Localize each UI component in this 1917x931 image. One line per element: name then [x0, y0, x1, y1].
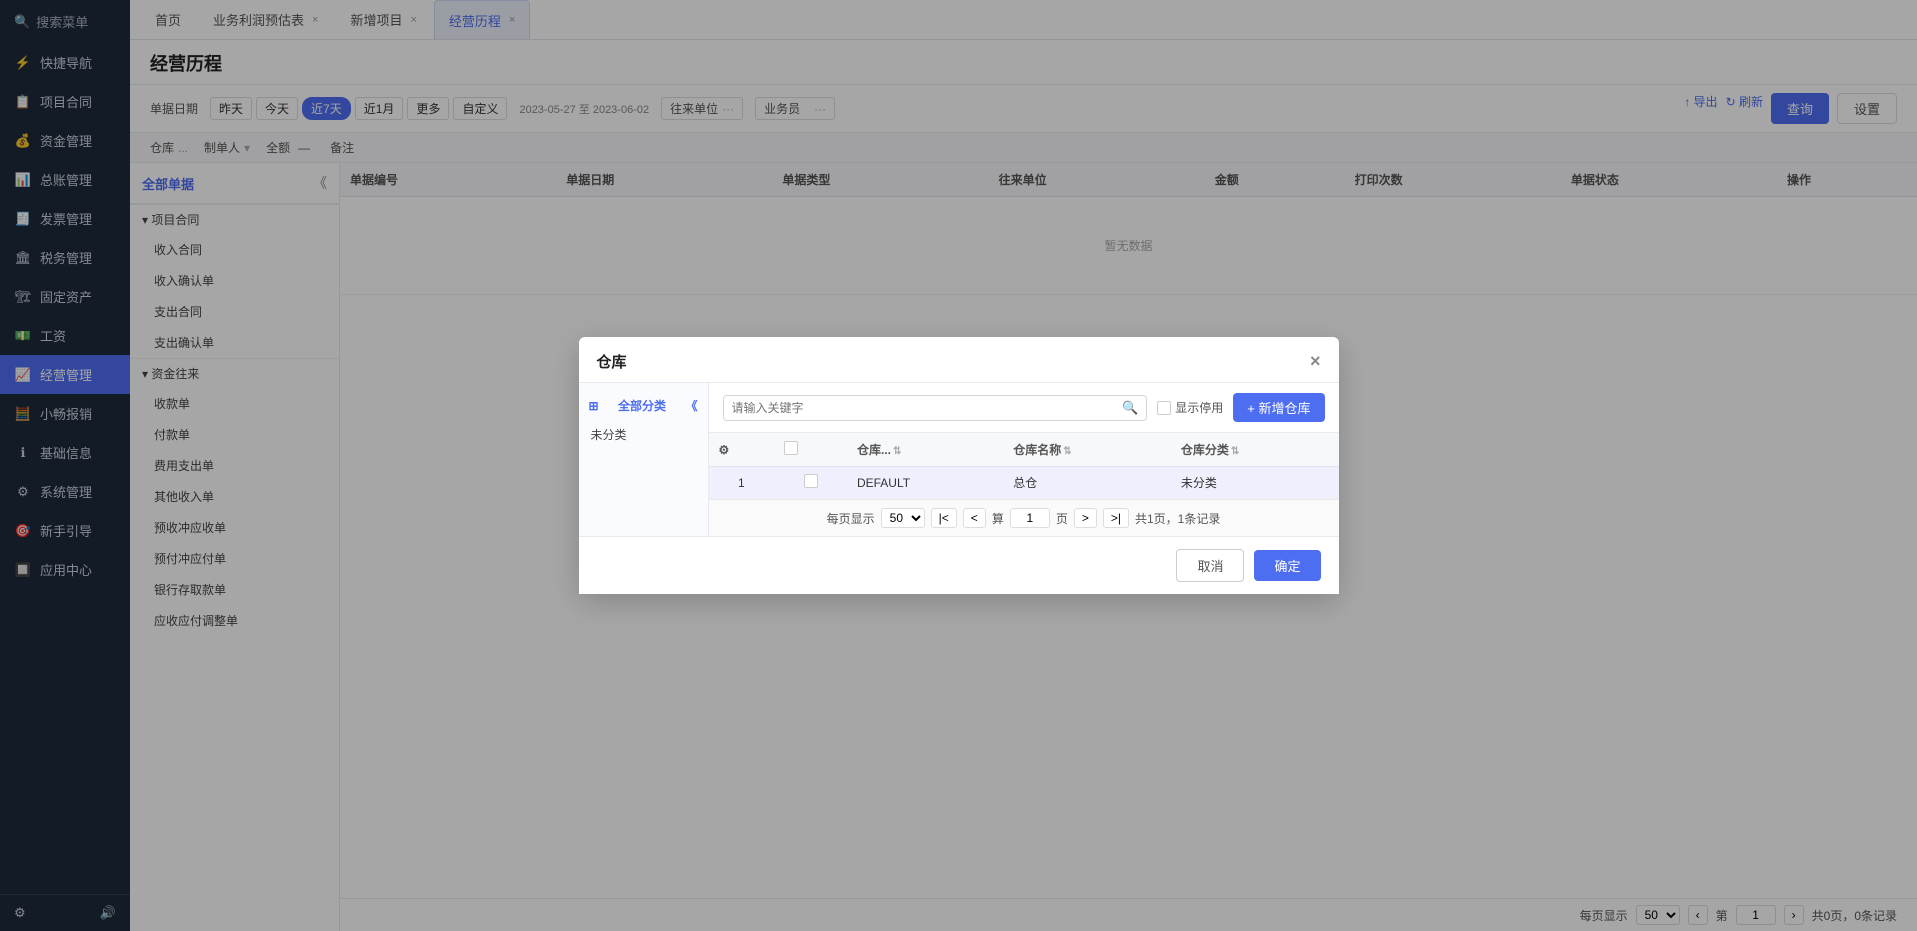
confirm-btn[interactable]: 确定: [1254, 550, 1320, 581]
uncategorized-label: 未分类: [591, 428, 627, 442]
row-code: DEFAULT: [847, 467, 1003, 499]
modal-first-page-btn[interactable]: |<: [931, 508, 957, 528]
modal-body: ⊞ 全部分类 《 未分类 🔍 显示停: [579, 383, 1339, 536]
modal-toolbar: 🔍 显示停用 + 新增仓库: [709, 383, 1339, 433]
modal-close-btn[interactable]: ×: [1310, 351, 1321, 372]
modal-left-panel: ⊞ 全部分类 《 未分类: [579, 383, 709, 536]
sort-icon-name: ⇅: [1063, 446, 1071, 457]
modal-next-page-btn[interactable]: >: [1074, 508, 1097, 528]
modal-page-unit: 页: [1056, 510, 1068, 527]
modal-footer: 取消 确定: [579, 536, 1339, 594]
show-disabled-label[interactable]: 显示停用: [1157, 399, 1223, 416]
show-disabled-text: 显示停用: [1175, 399, 1223, 416]
modal-col-category[interactable]: 仓库分类⇅: [1171, 433, 1339, 467]
sort-icon-category: ⇅: [1231, 446, 1239, 457]
row-checkbox[interactable]: [774, 467, 847, 499]
modal-page-input[interactable]: [1010, 508, 1050, 528]
row-index: 1: [709, 467, 775, 499]
row-category: 未分类: [1171, 467, 1339, 499]
modal-col-code[interactable]: 仓库...⇅: [847, 433, 1003, 467]
modal-per-page-label: 每页显示: [827, 510, 875, 527]
modal-header: 仓库 ×: [579, 337, 1339, 383]
modal-all-category[interactable]: ⊞ 全部分类 《: [579, 391, 708, 420]
all-category-icon: ⊞: [589, 399, 599, 413]
modal-search-icon: 🔍: [1122, 400, 1138, 416]
modal-per-page-select[interactable]: 50: [881, 508, 925, 528]
modal-title: 仓库: [597, 351, 627, 372]
modal-search-box[interactable]: 🔍: [723, 395, 1148, 421]
modal-table: ⚙ 仓库...⇅仓库名称⇅仓库分类⇅ 1 DEFAULT 总仓 未分类: [709, 433, 1339, 499]
warehouse-modal: 仓库 × ⊞ 全部分类 《 未分类: [579, 337, 1339, 594]
sort-icon-code: ⇅: [893, 446, 901, 457]
row-name: 总仓: [1003, 467, 1171, 499]
modal-prev-page-btn[interactable]: <: [963, 508, 986, 528]
cancel-btn[interactable]: 取消: [1176, 549, 1244, 582]
modal-col-settings: ⚙: [709, 433, 775, 467]
modal-last-page-btn[interactable]: >|: [1103, 508, 1129, 528]
modal-header-checkbox[interactable]: [784, 441, 798, 455]
modal-search-input[interactable]: [732, 401, 1123, 415]
modal-right-panel: 🔍 显示停用 + 新增仓库 ⚙ 仓库...⇅仓库名称⇅仓库分类⇅ 1: [709, 383, 1339, 536]
add-warehouse-btn[interactable]: + 新增仓库: [1233, 393, 1324, 422]
row-check-1[interactable]: [804, 474, 818, 488]
modal-overlay: 仓库 × ⊞ 全部分类 《 未分类: [0, 0, 1917, 931]
modal-page-label: 算: [992, 510, 1004, 527]
modal-table-row[interactable]: 1 DEFAULT 总仓 未分类: [709, 467, 1339, 499]
modal-collapse-icon[interactable]: 《: [685, 397, 697, 414]
modal-col-checkbox: [774, 433, 847, 467]
modal-pagination: 每页显示 50 |< < 算 页 > >| 共1页，1条记录: [709, 499, 1339, 536]
all-category-label: 全部分类: [618, 397, 666, 414]
show-disabled-checkbox[interactable]: [1157, 401, 1171, 415]
modal-total-text: 共1页，1条记录: [1135, 510, 1220, 527]
modal-uncategorized-item[interactable]: 未分类: [579, 420, 708, 449]
modal-col-name[interactable]: 仓库名称⇅: [1003, 433, 1171, 467]
